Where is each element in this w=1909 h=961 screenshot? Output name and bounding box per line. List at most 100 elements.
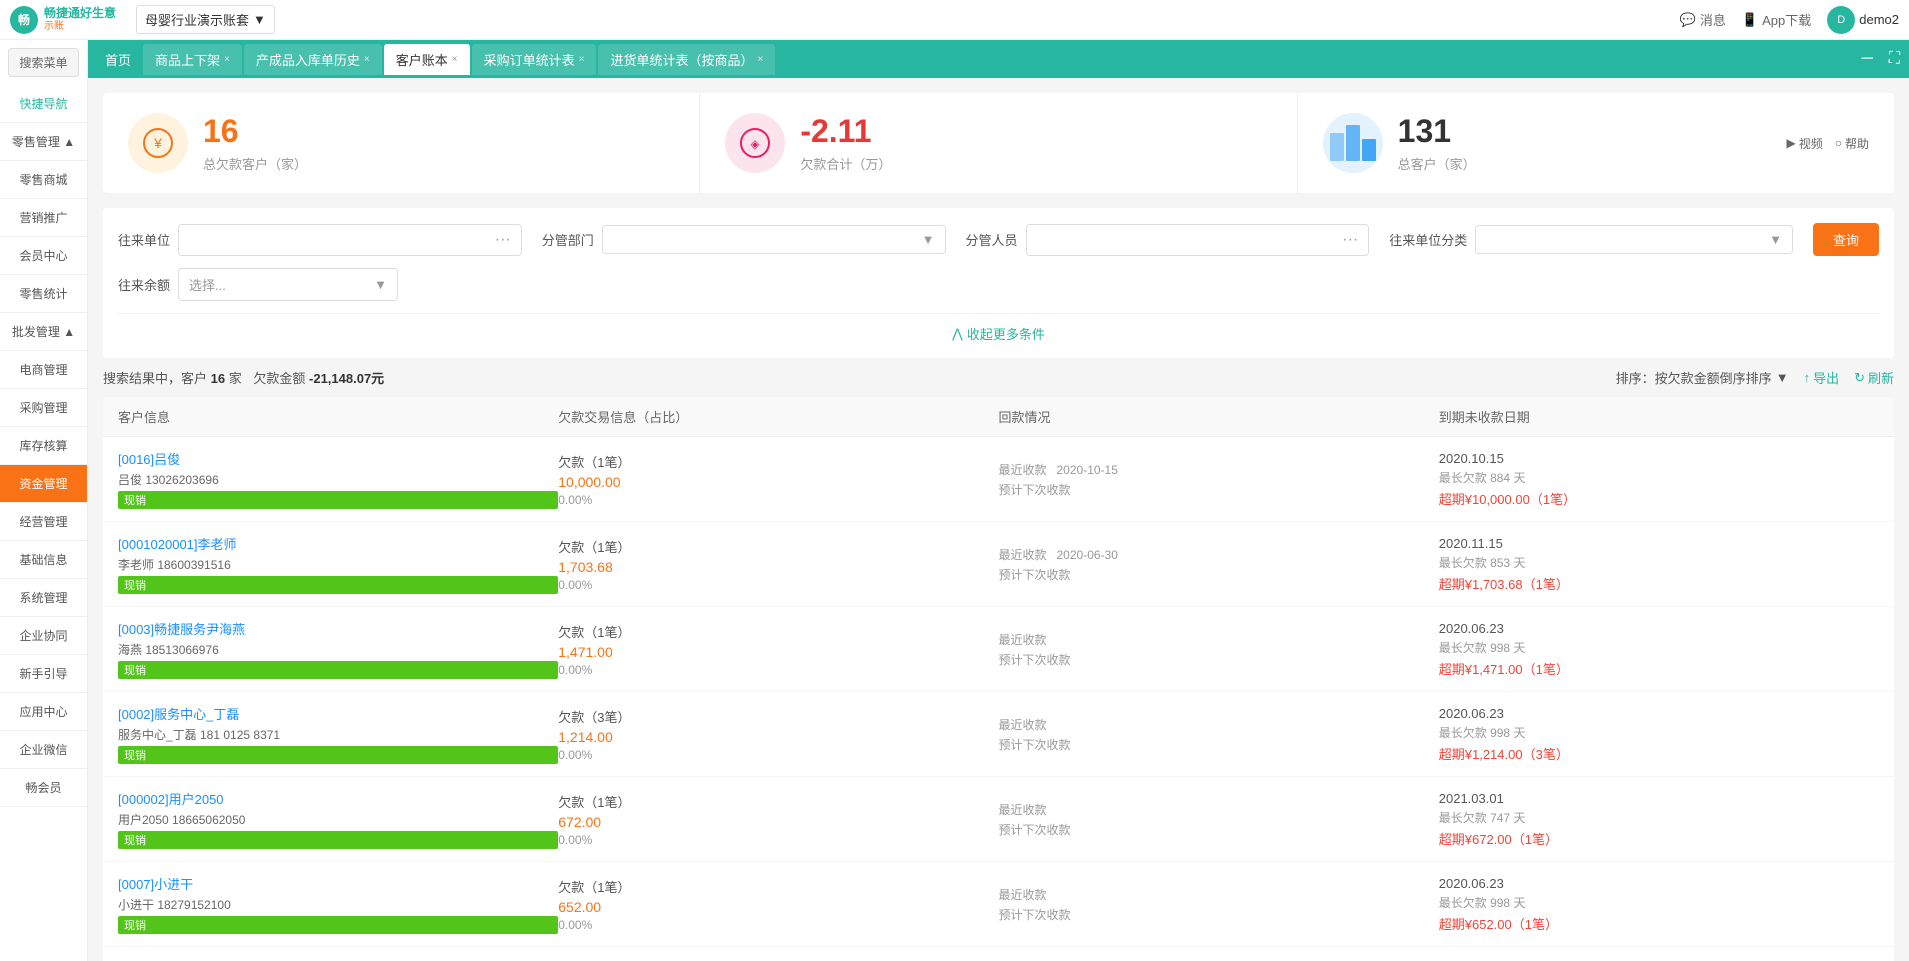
sidebar-item-purchase[interactable]: 采购管理	[0, 389, 87, 427]
overdue-cell: 2020.10.15 最长欠款 884 天 超期¥10,000.00（1笔）	[1439, 451, 1879, 508]
overdue-amount-link[interactable]: 超期¥10,000.00（1笔）	[1439, 489, 1879, 508]
search-button[interactable]: 查询	[1813, 223, 1879, 256]
chevron-down-icon: ▼	[253, 12, 266, 27]
sidebar-item-member-center[interactable]: 会员中心	[0, 237, 87, 275]
header-debt-info: 欠款交易信息（占比）	[558, 407, 998, 426]
tab-home[interactable]: 首页	[93, 44, 143, 75]
sidebar-item-capital[interactable]: 资金管理	[0, 465, 87, 503]
minimize-icon[interactable]: ─	[1857, 50, 1876, 68]
debt-amount-icon: ◈	[725, 113, 785, 173]
help-button[interactable]: ○ 帮助	[1835, 135, 1869, 152]
customer-name-link[interactable]: [0007]小进干	[118, 874, 558, 893]
sidebar-item-quick-nav: 快捷导航	[0, 85, 87, 123]
sidebar: 搜索菜单 快捷导航 零售管理 ▲ 零售商城 营销推广 会员中心 零售统计 批发管…	[0, 40, 88, 961]
tab-purchase-order[interactable]: 采购订单统计表 ×	[472, 44, 597, 75]
customer-info-cell: [0016]吕俊 吕俊 13026203696 现销	[118, 449, 558, 509]
sidebar-item-marketing[interactable]: 营销推广	[0, 199, 87, 237]
tab-bar-right: ─ ⛶	[1857, 50, 1904, 68]
tab-product-history[interactable]: 产成品入库单历史 ×	[244, 44, 382, 75]
refresh-button[interactable]: ↻ 刷新	[1854, 368, 1894, 387]
sidebar-item-retail-stats[interactable]: 零售统计	[0, 275, 87, 313]
stat-card-debt-customers: ¥ 16 总欠款客户（家）	[103, 93, 700, 193]
tab-close-icon[interactable]: ×	[224, 54, 230, 65]
sidebar-item-vip-member[interactable]: 畅会员	[0, 769, 87, 807]
last-collect-label: 最近收款	[999, 716, 1439, 733]
debt-percent: 0.00%	[558, 748, 998, 762]
department-select[interactable]: ▼	[602, 225, 946, 254]
export-button[interactable]: ↑ 导出	[1804, 368, 1840, 387]
customer-name-link[interactable]: [0001020001]李老师	[118, 534, 558, 553]
sidebar-item-ecommerce[interactable]: 电商管理	[0, 351, 87, 389]
customer-info-cell: [0001020001]李老师 李老师 18600391516 现销	[118, 534, 558, 594]
company-selector[interactable]: 母婴行业演示账套 ▼	[136, 5, 275, 34]
tab-close-icon[interactable]: ×	[579, 54, 585, 65]
result-summary: 搜索结果中，客户 16 家 欠款金额 -21,148.07元	[103, 368, 384, 387]
sidebar-item-system[interactable]: 系统管理	[0, 579, 87, 617]
table-row: [000002]用户2050 用户2050 18665062050 现销 欠款（…	[103, 777, 1894, 862]
tab-customer-account[interactable]: 客户账本 ×	[384, 44, 470, 75]
tab-product-shelf[interactable]: 商品上下架 ×	[143, 44, 242, 75]
customer-name-link[interactable]: [0003]畅捷服务尹海燕	[118, 619, 558, 638]
logo-area: 畅 畅捷通好生意 示账	[10, 6, 116, 34]
overdue-date: 2020.11.15	[1439, 536, 1879, 551]
search-menu-button[interactable]: 搜索菜单	[8, 48, 79, 77]
data-table: 客户信息 欠款交易信息（占比） 回款情况 到期未收款日期 [0016]吕俊 吕俊…	[103, 397, 1894, 961]
stat-debt-customers-value: 16	[203, 113, 307, 150]
sort-selector[interactable]: 排序：按欠款金额倒序排序 ▼	[1616, 368, 1789, 387]
customer-phone: 李老师 18600391516	[118, 556, 558, 573]
sidebar-item-enterprise-wechat[interactable]: 企业微信	[0, 731, 87, 769]
tab-purchase-stats[interactable]: 进货单统计表（按商品） ×	[598, 44, 775, 75]
customer-name-link[interactable]: [000002]用户2050	[118, 789, 558, 808]
message-button[interactable]: 💬 消息	[1680, 10, 1726, 29]
sidebar-item-batch-mgmt[interactable]: 批发管理 ▲	[0, 313, 87, 351]
overdue-amount-link[interactable]: 超期¥1,703.68（1笔）	[1439, 574, 1879, 593]
debt-amount: 1,471.00	[558, 644, 998, 660]
table-row: [0002]服务中心_丁磊 服务中心_丁磊 181 0125 8371 现销 欠…	[103, 692, 1894, 777]
stats-row: ¥ 16 总欠款客户（家） ◈	[103, 93, 1894, 193]
filter-item-department: 分管部门 ▼	[542, 225, 946, 254]
overdue-amount-link[interactable]: 超期¥652.00（1笔）	[1439, 914, 1879, 933]
sidebar-item-new-guide[interactable]: 新手引导	[0, 655, 87, 693]
overdue-days: 最长欠款 884 天	[1439, 469, 1879, 486]
category-select[interactable]: ▼	[1475, 225, 1793, 254]
app-sub-link[interactable]: 示账	[44, 21, 116, 33]
app-download-button[interactable]: 📱 App下载	[1742, 10, 1811, 29]
svg-text:◈: ◈	[751, 137, 761, 151]
overdue-amount-link[interactable]: 超期¥1,471.00（1笔）	[1439, 659, 1879, 678]
sidebar-item-enterprise[interactable]: 企业协同	[0, 617, 87, 655]
customer-name-link[interactable]: [0016]吕俊	[118, 449, 558, 468]
top-bar: 畅 畅捷通好生意 示账 母婴行业演示账套 ▼ 💬 消息 📱 App下载 D de…	[0, 0, 1909, 40]
overdue-amount-link[interactable]: 超期¥1,214.00（3笔）	[1439, 744, 1879, 763]
sidebar-item-operation[interactable]: 经营管理	[0, 503, 87, 541]
sidebar-item-retail-mgmt[interactable]: 零售管理 ▲	[0, 123, 87, 161]
tab-close-icon[interactable]: ×	[452, 54, 458, 65]
filter-row-2: 往来余额 选择... ▼	[118, 268, 1879, 301]
stat-debt-amount-label: 欠款合计（万）	[800, 154, 891, 173]
tab-close-icon[interactable]: ×	[364, 54, 370, 65]
view-video-button[interactable]: ▶ 视频	[1786, 135, 1822, 152]
stat-total-customers-value: 131	[1398, 113, 1476, 150]
user-menu-button[interactable]: D demo2	[1827, 6, 1899, 34]
sidebar-item-inventory[interactable]: 库存核算	[0, 427, 87, 465]
overdue-date: 2020.06.23	[1439, 706, 1879, 721]
table-row: [0016]吕俊 吕俊 13026203696 现销 欠款（1笔） 10,000…	[103, 437, 1894, 522]
department-filter-label: 分管部门	[542, 230, 594, 249]
person-input[interactable]: ···	[1026, 224, 1370, 256]
overdue-date: 2020.06.23	[1439, 876, 1879, 891]
maximize-icon[interactable]: ⛶	[1885, 50, 1904, 68]
overdue-cell: 2021.03.01 最长欠款 747 天 超期¥672.00（1笔）	[1439, 791, 1879, 848]
debt-percent: 0.00%	[558, 833, 998, 847]
sidebar-item-retail-mall[interactable]: 零售商城	[0, 161, 87, 199]
customer-tag: 现销	[118, 831, 558, 849]
filter-item-category: 往来单位分类 ▼	[1389, 225, 1793, 254]
collapse-filters-button[interactable]: ⋀ 收起更多条件	[118, 313, 1879, 343]
customer-source-input[interactable]: ···	[178, 224, 522, 256]
customer-name-link[interactable]: [0002]服务中心_丁磊	[118, 704, 558, 723]
main-area: 搜索菜单 快捷导航 零售管理 ▲ 零售商城 营销推广 会员中心 零售统计 批发管…	[0, 40, 1909, 961]
sidebar-item-app-center[interactable]: 应用中心	[0, 693, 87, 731]
customer-phone: 吕俊 13026203696	[118, 471, 558, 488]
tab-close-icon[interactable]: ×	[757, 54, 763, 65]
sidebar-item-basic-info[interactable]: 基础信息	[0, 541, 87, 579]
balance-select[interactable]: 选择... ▼	[178, 268, 398, 301]
overdue-amount-link[interactable]: 超期¥672.00（1笔）	[1439, 829, 1879, 848]
